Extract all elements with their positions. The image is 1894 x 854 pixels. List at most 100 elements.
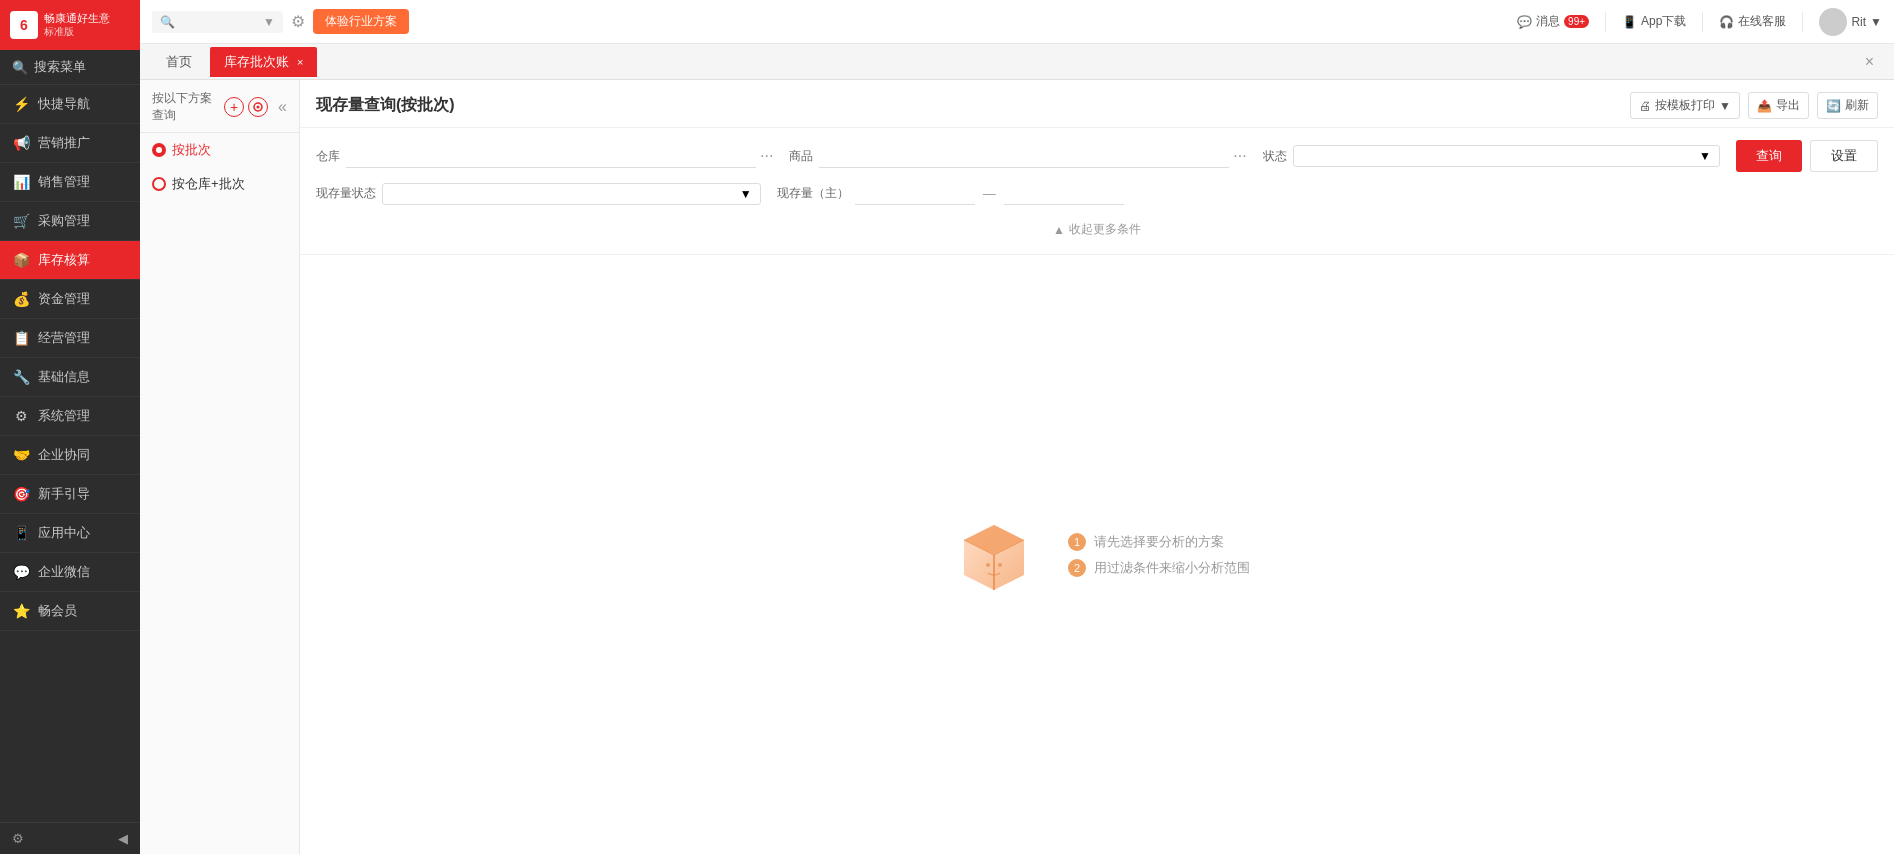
sidebar-header: 6 畅康通好生意 标准版 (0, 0, 140, 50)
sidebar-item-label: 企业微信 (38, 563, 90, 581)
sidebar-item-enterprise[interactable]: 🤝 企业协同 (0, 436, 140, 475)
sidebar-item-label: 销售管理 (38, 173, 90, 191)
refresh-label: 刷新 (1845, 97, 1869, 114)
tab-close-btn[interactable]: × (297, 56, 303, 68)
product-label: 商品 (789, 148, 813, 165)
tabbar: 首页 库存批次账 × × (140, 44, 1894, 80)
tab-close-right-btn[interactable]: × (1857, 53, 1882, 71)
export-icon: 📤 (1757, 99, 1772, 113)
sidebar-item-marketing[interactable]: 📢 营销推广 (0, 124, 140, 163)
user-menu-btn[interactable]: Rit ▼ (1819, 8, 1882, 36)
sidebar-item-purchase[interactable]: 🛒 采购管理 (0, 202, 140, 241)
add-scheme-btn[interactable]: + (224, 97, 244, 117)
scheme-item-warehouse-batch[interactable]: 按仓库+批次 (140, 167, 299, 201)
sidebar: 6 畅康通好生意 标准版 🔍 搜索菜单 ⚡ 快捷导航 📢 营销推广 📊 销售管理… (0, 0, 140, 854)
sidebar-item-label: 新手引导 (38, 485, 90, 503)
collapse-sidebar-icon[interactable]: ◀ (118, 831, 128, 846)
export-label: 导出 (1776, 97, 1800, 114)
stock-qty-from-input[interactable] (855, 182, 975, 205)
warehouse-input[interactable] (346, 145, 756, 168)
scheme-dot-batch (152, 143, 166, 157)
settings-btn[interactable]: 设置 (1810, 140, 1878, 172)
print-chevron-icon[interactable]: ▼ (1719, 99, 1731, 113)
tip1-num: 1 (1068, 533, 1086, 551)
app-download-label: App下载 (1641, 13, 1686, 30)
sidebar-item-system[interactable]: ⚙ 系统管理 (0, 397, 140, 436)
inventory-icon: 📦 (12, 251, 30, 269)
divider (1605, 12, 1606, 32)
collapse-more-btn[interactable]: ▲ 收起更多条件 (316, 215, 1878, 242)
sidebar-item-finance[interactable]: 💰 资金管理 (0, 280, 140, 319)
divider2 (1702, 12, 1703, 32)
sidebar-item-label: 采购管理 (38, 212, 90, 230)
sales-icon: 📊 (12, 173, 30, 191)
stock-qty-separator: — (983, 186, 996, 201)
stock-status-select[interactable]: ▼ (382, 183, 761, 205)
stock-qty-to-input[interactable] (1004, 182, 1124, 205)
active-tab-label: 库存批次账 (224, 53, 289, 71)
sidebar-item-label: 快捷导航 (38, 95, 90, 113)
sidebar-item-label: 系统管理 (38, 407, 90, 425)
svg-point-7 (986, 563, 990, 567)
sidebar-item-label: 畅会员 (38, 602, 77, 620)
print-btn[interactable]: 🖨 按模板打印 ▼ (1630, 92, 1740, 119)
purchase-icon: 🛒 (12, 212, 30, 230)
sidebar-item-label: 经营管理 (38, 329, 90, 347)
topbar-gear-icon[interactable]: ⚙ (291, 12, 305, 31)
print-icon: 🖨 (1639, 99, 1651, 113)
empty-tip-2: 2 用过滤条件来缩小分析范围 (1068, 559, 1250, 577)
online-service-btn[interactable]: 🎧 在线客服 (1719, 13, 1786, 30)
sidebar-item-wechat[interactable]: 💬 企业微信 (0, 553, 140, 592)
message-btn[interactable]: 💬 消息 99+ (1517, 13, 1589, 30)
chevron-down-icon[interactable]: ▼ (263, 15, 275, 29)
warehouse-label: 仓库 (316, 148, 340, 165)
product-input[interactable] (819, 145, 1229, 168)
product-more-btn[interactable]: ··· (1233, 147, 1246, 165)
scheme-settings-btn[interactable] (248, 97, 268, 117)
tab-inventory-batch[interactable]: 库存批次账 × (210, 47, 317, 77)
search-icon: 🔍 (12, 60, 28, 75)
sidebar-item-basics[interactable]: 🔧 基础信息 (0, 358, 140, 397)
sidebar-item-appcenter[interactable]: 📱 应用中心 (0, 514, 140, 553)
home-tab-label: 首页 (166, 53, 192, 71)
experience-btn[interactable]: 体验行业方案 (313, 9, 409, 34)
product-filter: 商品 ··· (789, 145, 1246, 168)
sidebar-item-inventory[interactable]: 📦 库存核算 (0, 241, 140, 280)
message-label: 消息 (1536, 13, 1560, 30)
stock-status-filter: 现存量状态 ▼ (316, 183, 761, 205)
settings-icon[interactable]: ⚙ (12, 831, 24, 846)
action-buttons: 查询 设置 (1736, 140, 1878, 172)
main-content: 🔍 ▼ ⚙ 体验行业方案 💬 消息 99+ 📱 App下载 🎧 在线客服 (140, 0, 1894, 854)
export-btn[interactable]: 📤 导出 (1748, 92, 1809, 119)
sidebar-item-member[interactable]: ⭐ 畅会员 (0, 592, 140, 631)
user-avatar (1819, 8, 1847, 36)
right-panel: 现存量查询(按批次) 🖨 按模板打印 ▼ 📤 导出 🔄 刷新 (300, 80, 1894, 854)
download-icon: 📱 (1622, 15, 1637, 29)
query-btn[interactable]: 查询 (1736, 140, 1802, 172)
refresh-btn[interactable]: 🔄 刷新 (1817, 92, 1878, 119)
tab-home[interactable]: 首页 (152, 47, 206, 77)
sidebar-item-quicknav[interactable]: ⚡ 快捷导航 (0, 85, 140, 124)
empty-tip-1: 1 请先选择要分析的方案 (1068, 533, 1250, 551)
refresh-icon: 🔄 (1826, 99, 1841, 113)
app-download-btn[interactable]: 📱 App下载 (1622, 13, 1686, 30)
left-panel-header: 按以下方案查询 + « (140, 80, 299, 133)
sidebar-item-newguide[interactable]: 🎯 新手引导 (0, 475, 140, 514)
collapse-panel-btn[interactable]: « (278, 98, 287, 116)
chevron-up-icon: ▲ (1053, 223, 1065, 237)
topbar-search-input[interactable] (179, 15, 259, 29)
filter-area: 仓库 ··· 商品 ··· 状态 ▼ (300, 128, 1894, 255)
message-icon: 💬 (1517, 15, 1532, 29)
status-select[interactable]: ▼ (1293, 145, 1720, 167)
warehouse-more-btn[interactable]: ··· (760, 147, 773, 165)
app-logo: 6 (10, 11, 38, 39)
sidebar-search[interactable]: 🔍 搜索菜单 (0, 50, 140, 85)
sidebar-item-operations[interactable]: 📋 经营管理 (0, 319, 140, 358)
quicknav-icon: ⚡ (12, 95, 30, 113)
status-label: 状态 (1263, 148, 1287, 165)
scheme-item-batch[interactable]: 按批次 (140, 133, 299, 167)
scheme-dot-warehouse (152, 177, 166, 191)
sidebar-item-sales[interactable]: 📊 销售管理 (0, 163, 140, 202)
svg-point-8 (998, 563, 1002, 567)
stock-status-chevron-icon: ▼ (740, 187, 752, 201)
